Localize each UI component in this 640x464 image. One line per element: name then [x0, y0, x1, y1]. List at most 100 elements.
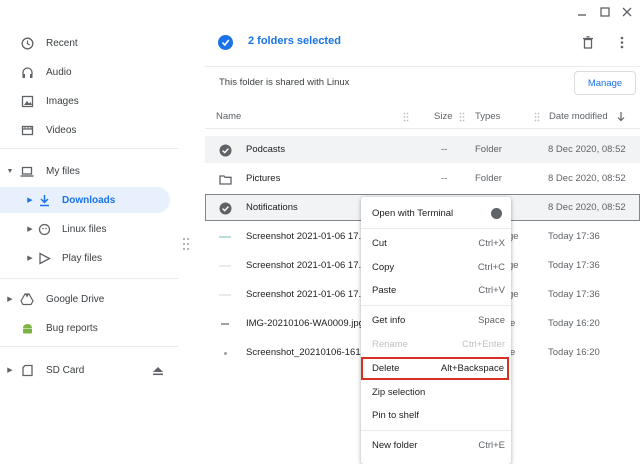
sidebar-item-label: Images: [46, 95, 79, 107]
menu-item-label: Get info: [372, 315, 406, 326]
sidebar-item-label: Audio: [46, 66, 72, 78]
file-list-header: Name Size Types Date modified: [205, 106, 640, 129]
sidebar-item-bug-reports[interactable]: Bug reports: [0, 315, 170, 341]
menu-item-rename[interactable]: Rename Ctrl+Enter: [361, 333, 511, 355]
file-date: 8 Dec 2020, 08:52: [548, 173, 626, 184]
linux-share-banner: This folder is shared with Linux Manage: [205, 66, 640, 99]
file-date: Today 17:36: [548, 289, 600, 300]
play-store-icon: [37, 251, 51, 265]
menu-item-label: Open with Terminal: [372, 208, 454, 219]
download-icon: [37, 193, 51, 207]
menu-item-shortcut: Alt+Backspace: [440, 363, 504, 374]
menu-item-label: Cut: [372, 238, 387, 249]
context-menu: Open with Terminal Cut Ctrl+X Copy Ctrl+…: [361, 197, 511, 464]
film-icon: [20, 123, 34, 137]
sidebar-item-label: Linux files: [62, 223, 107, 235]
file-name: Screenshot 2021-01-06 17.3: [246, 260, 367, 271]
file-name: IMG-20210106-WA0009.jpg: [246, 318, 364, 329]
menu-separator: [361, 228, 511, 229]
chevron-right-icon[interactable]: ▶: [26, 195, 34, 205]
sidebar-item-sd-card[interactable]: SD Card: [0, 357, 170, 383]
file-name: Screenshot_20210106-1619: [246, 347, 366, 358]
menu-separator: [361, 430, 511, 431]
menu-item-open-with-terminal[interactable]: Open with Terminal: [361, 202, 511, 224]
file-type: Folder: [475, 173, 502, 184]
selection-count: 2 folders selected: [248, 35, 341, 47]
file-date: 8 Dec 2020, 08:52: [548, 202, 626, 213]
column-header-types[interactable]: Types: [475, 111, 500, 122]
column-resize-handle[interactable]: [534, 112, 540, 122]
trash-icon[interactable]: [580, 34, 596, 50]
clock-icon: [20, 36, 34, 50]
menu-item-label: Copy: [372, 262, 395, 273]
folder-icon: [218, 172, 232, 186]
menu-item-zip-selection[interactable]: Zip selection: [361, 381, 511, 403]
selected-check-icon[interactable]: [218, 201, 232, 215]
sidebar-divider: [0, 148, 178, 149]
menu-item-copy[interactable]: Copy Ctrl+C: [361, 256, 511, 278]
menu-item-label: Rename: [372, 339, 408, 350]
menu-item-new-folder[interactable]: New folder Ctrl+E: [361, 434, 511, 456]
close-icon[interactable]: [619, 4, 635, 20]
sidebar-divider: [0, 346, 178, 347]
image-thumbnail-icon: [218, 259, 232, 273]
menu-item-label: Paste: [372, 285, 397, 296]
file-date: Today 16:20: [548, 318, 600, 329]
file-date: Today 16:20: [548, 347, 600, 358]
sidebar-item-label: Videos: [46, 124, 77, 136]
laptop-icon: [20, 164, 34, 178]
sidebar-item-recent[interactable]: Recent: [0, 30, 170, 56]
eject-icon[interactable]: [152, 364, 164, 376]
chevron-right-icon[interactable]: ▶: [26, 224, 34, 234]
column-header-name[interactable]: Name: [216, 111, 241, 122]
column-resize-handle[interactable]: [459, 112, 465, 122]
sort-arrow-down-icon[interactable]: [617, 111, 625, 122]
column-header-size[interactable]: Size: [434, 111, 452, 122]
sidebar-item-videos[interactable]: Videos: [0, 117, 170, 143]
file-size: --: [441, 173, 448, 184]
sidebar-item-play-files[interactable]: ▶ Play files: [0, 245, 170, 271]
sidebar-item-google-drive[interactable]: Google Drive: [0, 286, 170, 312]
sidebar-item-audio[interactable]: Audio: [0, 59, 170, 85]
more-vert-icon[interactable]: [614, 34, 630, 50]
image-icon: [20, 94, 34, 108]
file-type: Folder: [475, 144, 502, 155]
file-date: 8 Dec 2020, 08:52: [548, 144, 626, 155]
table-row[interactable]: Pictures -- Folder 8 Dec 2020, 08:52: [205, 165, 640, 192]
sidebar-item-my-files[interactable]: My files: [0, 158, 170, 184]
menu-item-shortcut: Ctrl+E: [478, 440, 505, 451]
minimize-icon[interactable]: [574, 4, 590, 20]
menu-item-shortcut: Ctrl+V: [478, 285, 505, 296]
sidebar-resize-handle[interactable]: [182, 237, 190, 251]
file-name: Notifications: [246, 202, 298, 213]
menu-item-label: Pin to shelf: [372, 410, 419, 421]
chevron-right-icon[interactable]: ▶: [26, 253, 34, 263]
sidebar-item-downloads[interactable]: ▶ Downloads: [0, 187, 170, 213]
sidebar: Recent Audio Images Videos ▼ My files ▶ …: [0, 0, 178, 464]
manage-button[interactable]: Manage: [574, 71, 636, 95]
menu-item-label: New folder: [372, 440, 418, 451]
menu-item-shortcut: Space: [478, 315, 505, 326]
image-thumbnail-icon: [218, 230, 232, 244]
menu-item-delete[interactable]: Delete Alt+Backspace: [361, 357, 509, 380]
sd-card-icon: [20, 363, 34, 377]
selection-check-icon[interactable]: [218, 35, 233, 50]
menu-item-cut[interactable]: Cut Ctrl+X: [361, 232, 511, 254]
selected-check-icon[interactable]: [218, 143, 232, 157]
google-drive-icon: [20, 292, 34, 306]
sidebar-divider: [0, 278, 178, 279]
menu-item-pin-to-shelf[interactable]: Pin to shelf: [361, 404, 511, 426]
terminal-icon: [491, 208, 502, 219]
table-row[interactable]: Podcasts -- Folder 8 Dec 2020, 08:52: [205, 136, 640, 163]
sidebar-item-images[interactable]: Images: [0, 88, 170, 114]
sidebar-item-label: Recent: [46, 37, 78, 49]
menu-item-get-info[interactable]: Get info Space: [361, 309, 511, 331]
file-name: Screenshot 2021-01-06 17.3: [246, 231, 367, 242]
menu-item-paste[interactable]: Paste Ctrl+V: [361, 279, 511, 301]
file-name: Pictures: [246, 173, 281, 184]
column-header-date-modified[interactable]: Date modified: [549, 111, 608, 122]
sidebar-item-linux-files[interactable]: ▶ Linux files: [0, 216, 170, 242]
column-resize-handle[interactable]: [403, 112, 409, 122]
file-date: Today 17:36: [548, 231, 600, 242]
maximize-icon[interactable]: [597, 4, 613, 20]
